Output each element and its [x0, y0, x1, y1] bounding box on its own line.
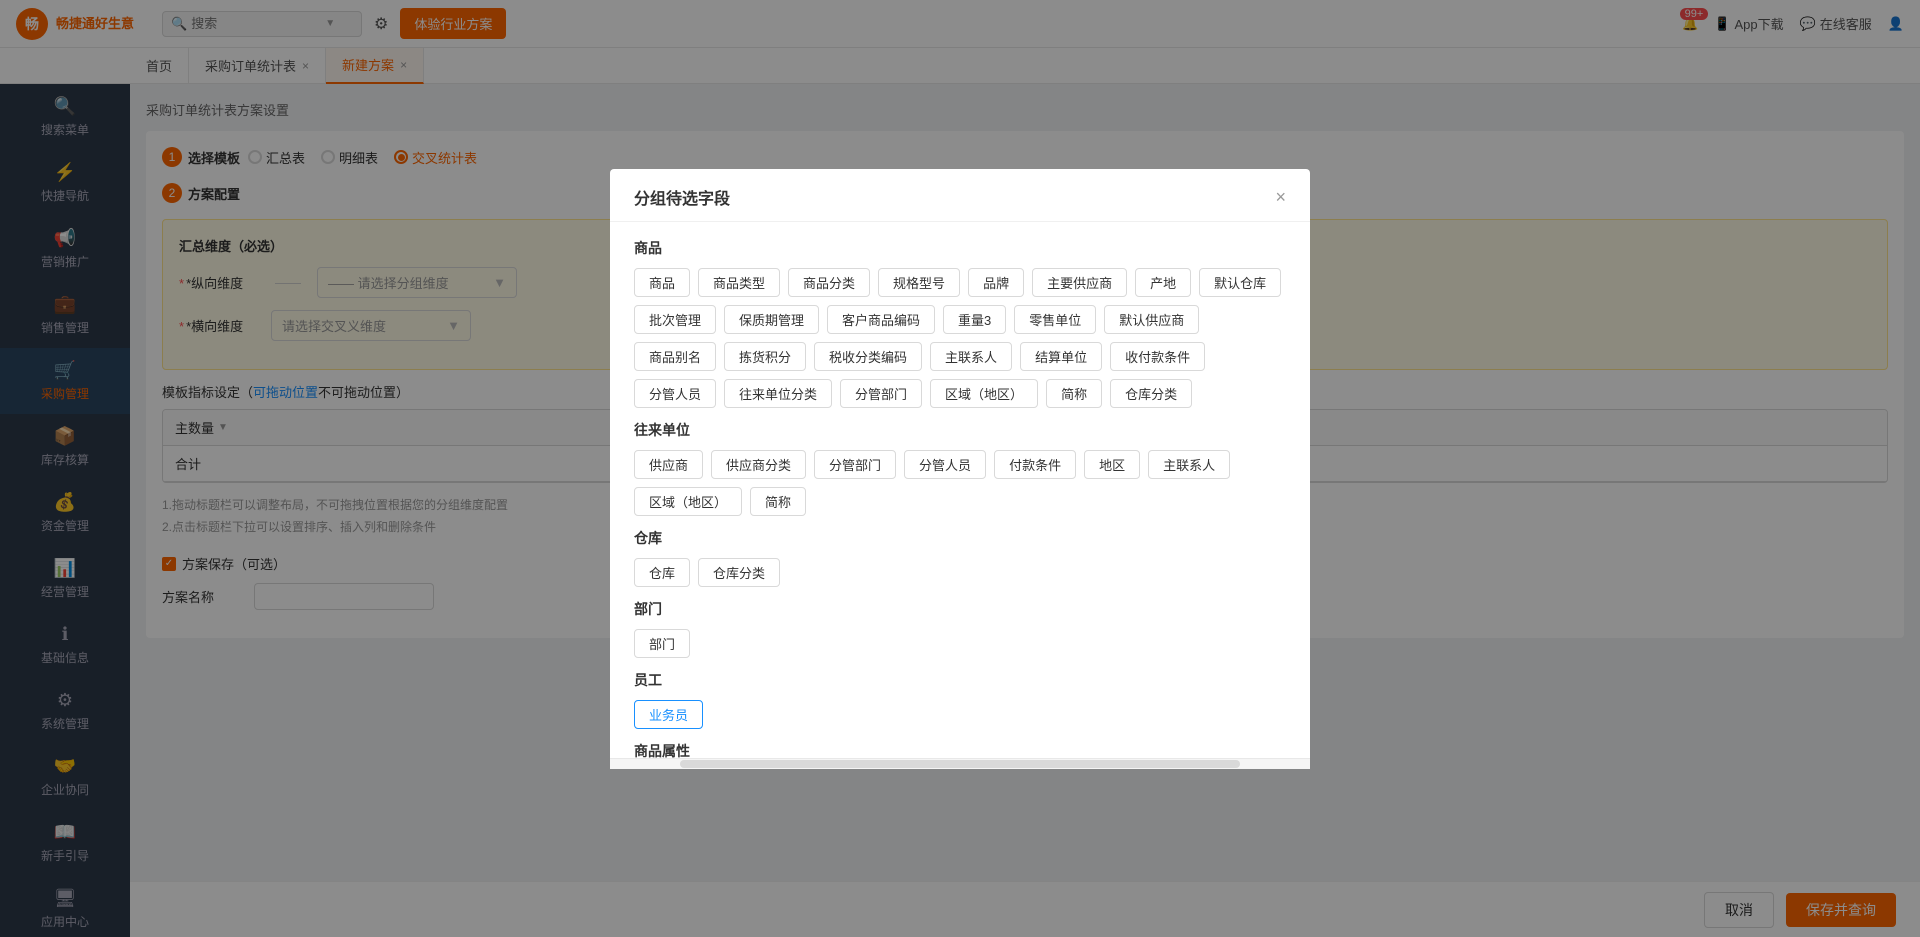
- chip-payment-terms[interactable]: 收付款条件: [1110, 342, 1205, 371]
- chip-product-type[interactable]: 商品类型: [698, 268, 780, 297]
- section-product-chips: 商品 商品类型 商品分类 规格型号 品牌 主要供应商 产地 默认仓库 批次管理 …: [634, 268, 1286, 408]
- modal-close-button[interactable]: ×: [1275, 188, 1286, 206]
- chip-warehouse-cat[interactable]: 仓库分类: [1110, 379, 1192, 408]
- chip-partner-supervisor[interactable]: 分管人员: [904, 450, 986, 479]
- chip-supervisor[interactable]: 分管人员: [634, 379, 716, 408]
- modal-body: 商品 商品 商品类型 商品分类 规格型号 品牌 主要供应商 产地 默认仓库 批次…: [610, 222, 1310, 759]
- field-select-modal: 分组待选字段 × 商品 商品 商品类型 商品分类 规格型号 品牌 主要供应商 产…: [610, 169, 1310, 769]
- chip-abbr[interactable]: 简称: [1046, 379, 1102, 408]
- chip-supplier[interactable]: 供应商: [634, 450, 703, 479]
- chip-customer-code[interactable]: 客户商品编码: [827, 305, 935, 334]
- chip-warehouse[interactable]: 仓库: [634, 558, 690, 587]
- modal-title: 分组待选字段: [634, 185, 730, 209]
- chip-partner-abbr[interactable]: 简称: [750, 487, 806, 516]
- chip-supplier-cat[interactable]: 供应商分类: [711, 450, 806, 479]
- chip-pick-points[interactable]: 拣货积分: [724, 342, 806, 371]
- chip-main-supplier[interactable]: 主要供应商: [1032, 268, 1127, 297]
- modal-header: 分组待选字段 ×: [610, 169, 1310, 222]
- chip-quality-mgmt[interactable]: 保质期管理: [724, 305, 819, 334]
- modal-overlay: 分组待选字段 × 商品 商品 商品类型 商品分类 规格型号 品牌 主要供应商 产…: [0, 0, 1920, 937]
- chip-settlement-unit[interactable]: 结算单位: [1020, 342, 1102, 371]
- chip-weight3[interactable]: 重量3: [943, 305, 1006, 334]
- chip-warehouse-category[interactable]: 仓库分类: [698, 558, 780, 587]
- chip-salesperson[interactable]: 业务员: [634, 700, 703, 729]
- chip-spec-model[interactable]: 规格型号: [878, 268, 960, 297]
- section-partner-title: 往来单位: [634, 420, 1286, 440]
- chip-tax-code[interactable]: 税收分类编码: [814, 342, 922, 371]
- chip-dept[interactable]: 分管部门: [840, 379, 922, 408]
- chip-area[interactable]: 地区: [1084, 450, 1140, 479]
- section-employee-title: 员工: [634, 670, 1286, 690]
- chip-partner-contact[interactable]: 主联系人: [1148, 450, 1230, 479]
- chip-brand[interactable]: 品牌: [968, 268, 1024, 297]
- chip-retail-unit[interactable]: 零售单位: [1014, 305, 1096, 334]
- chip-main-contact[interactable]: 主联系人: [930, 342, 1012, 371]
- chip-region[interactable]: 区域（地区）: [930, 379, 1038, 408]
- chip-partner-region[interactable]: 区域（地区）: [634, 487, 742, 516]
- hscroll-thumb: [680, 760, 1240, 768]
- section-dept-chips: 部门: [634, 629, 1286, 658]
- section-warehouse-chips: 仓库 仓库分类: [634, 558, 1286, 587]
- section-employee-chips: 业务员: [634, 700, 1286, 729]
- section-dept-title: 部门: [634, 599, 1286, 619]
- section-warehouse-title: 仓库: [634, 528, 1286, 548]
- chip-partner-dept[interactable]: 分管部门: [814, 450, 896, 479]
- chip-origin[interactable]: 产地: [1135, 268, 1191, 297]
- section-attr-title: 商品属性: [634, 741, 1286, 759]
- chip-payment-cond[interactable]: 付款条件: [994, 450, 1076, 479]
- chip-contact-category[interactable]: 往来单位分类: [724, 379, 832, 408]
- section-product-title: 商品: [634, 238, 1286, 258]
- chip-product[interactable]: 商品: [634, 268, 690, 297]
- chip-department[interactable]: 部门: [634, 629, 690, 658]
- section-partner-chips: 供应商 供应商分类 分管部门 分管人员 付款条件 地区 主联系人 区域（地区） …: [634, 450, 1286, 516]
- chip-product-category[interactable]: 商品分类: [788, 268, 870, 297]
- chip-default-warehouse[interactable]: 默认仓库: [1199, 268, 1281, 297]
- chip-batch-mgmt[interactable]: 批次管理: [634, 305, 716, 334]
- chip-default-supplier[interactable]: 默认供应商: [1104, 305, 1199, 334]
- chip-product-alias[interactable]: 商品别名: [634, 342, 716, 371]
- modal-hscroll[interactable]: [610, 758, 1310, 768]
